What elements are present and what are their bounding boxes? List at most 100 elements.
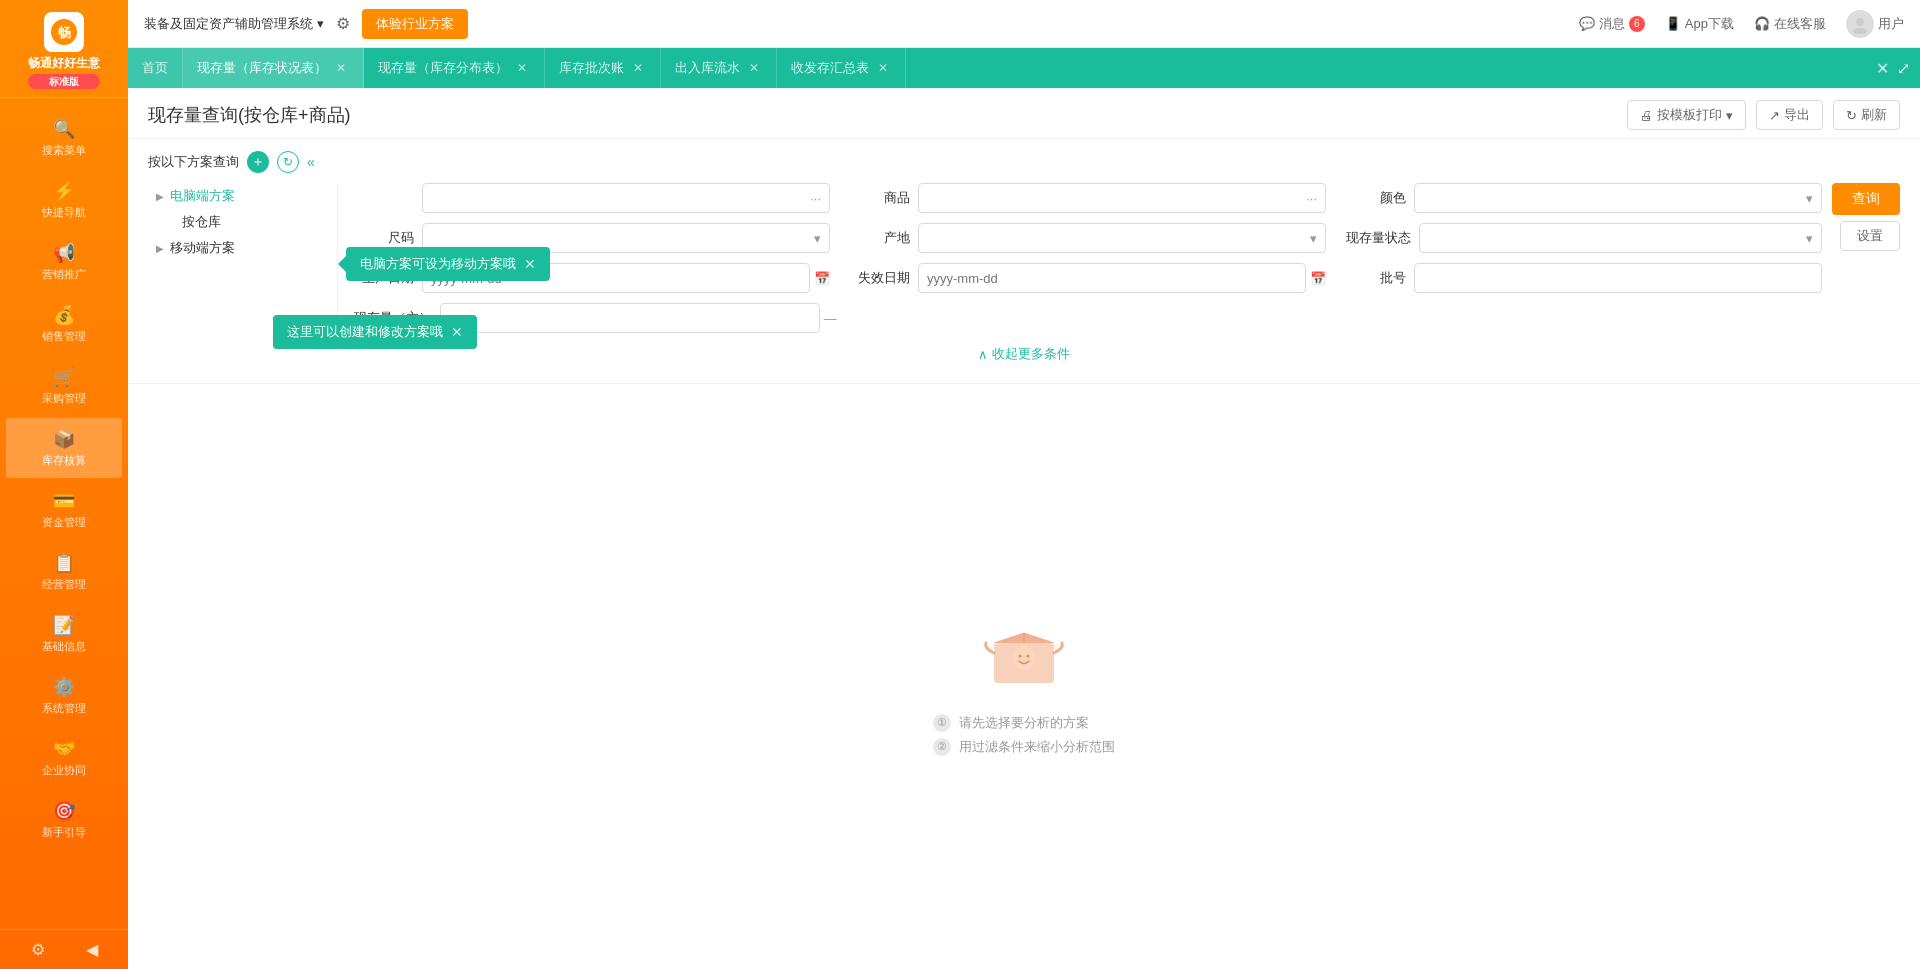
sidebar-item-finance[interactable]: 💳 资金管理 — [6, 480, 122, 540]
user-item[interactable]: 用户 — [1846, 10, 1904, 38]
tab-close-inventory-dist[interactable]: ✕ — [514, 60, 530, 76]
svg-point-3 — [1853, 28, 1867, 34]
empty-step-1: ① 请先选择要分析的方案 — [933, 714, 1115, 732]
phone-icon: 📱 — [1665, 16, 1681, 31]
tab-receive-send[interactable]: 收发存汇总表 ✕ — [777, 48, 906, 88]
plan-item-mobile[interactable]: ▶ 移动端方案 — [148, 235, 327, 261]
svg-text:畅: 畅 — [58, 25, 71, 40]
sidebar-item-quicknav[interactable]: ⚡ 快捷导航 — [6, 170, 122, 230]
svg-point-5 — [1012, 646, 1036, 670]
sidebar-nav: 🔍 搜索菜单 ⚡ 快捷导航 📢 营销推广 💰 销售管理 🛒 采购管理 📦 库存核… — [0, 98, 128, 929]
expiry-date-label: 失效日期 — [850, 269, 910, 287]
query-button[interactable]: 查询 — [1832, 183, 1900, 215]
page-title: 现存量查询(按仓库+商品) — [148, 103, 351, 127]
tab-close-all-icon[interactable]: ✕ — [1876, 59, 1889, 78]
online-service-item[interactable]: 🎧 在线客服 — [1754, 15, 1826, 33]
expand-mobile-icon: ▶ — [156, 243, 164, 254]
filter-back-button[interactable]: « — [307, 154, 315, 170]
refresh-button[interactable]: ↻ 刷新 — [1833, 100, 1900, 130]
cart-icon: 🛒 — [53, 366, 75, 388]
tab-close-inventory-status[interactable]: ✕ — [333, 60, 349, 76]
sidebar-item-newguide[interactable]: 🎯 新手引导 — [6, 790, 122, 850]
sales-icon: 💰 — [53, 304, 75, 326]
color-dropdown-icon: ▾ — [1806, 191, 1813, 206]
reset-button[interactable]: 设置 — [1840, 221, 1900, 251]
print-button[interactable]: 🖨 按模板打印 ▾ — [1627, 100, 1746, 130]
app-download-item[interactable]: 📱 App下载 — [1665, 15, 1734, 33]
expiry-date-input: 📅 — [918, 263, 1326, 293]
enterprise-icon: 🤝 — [53, 738, 75, 760]
tab-close-in-out-flow[interactable]: ✕ — [746, 60, 762, 76]
page-content: 现存量查询(按仓库+商品) 🖨 按模板打印 ▾ ↗ 导出 ↻ 刷新 — [128, 88, 1920, 969]
sidebar-item-inventory[interactable]: 📦 库存核算 — [6, 418, 122, 478]
color-select[interactable]: ▾ — [1414, 183, 1822, 213]
product-select[interactable]: ··· — [918, 183, 1326, 213]
tooltip-create-close[interactable]: ✕ — [451, 324, 463, 340]
origin-select[interactable]: ▾ — [918, 223, 1326, 253]
settings-bottom-icon[interactable]: ⚙ — [31, 940, 45, 959]
filter-actions: 查询 设置 — [1822, 183, 1900, 337]
filter-reset-button[interactable]: ↻ — [277, 151, 299, 173]
tabbar-actions: ✕ ⤢ — [1866, 48, 1920, 88]
plan-tree: ▶ 电脑端方案 按仓库 ▶ 移动端方案 — [148, 183, 338, 337]
sidebar-item-enterprise[interactable]: 🤝 企业协同 — [6, 728, 122, 788]
filter-row-warehouse: ··· — [354, 183, 830, 213]
tooltip-create-plan: 这里可以创建和修改方案哦 ✕ — [273, 315, 477, 349]
plan-item-warehouse[interactable]: 按仓库 — [168, 209, 327, 235]
batch-input[interactable] — [1414, 263, 1822, 293]
tab-inventory-dist[interactable]: 现存量（库存分布表） ✕ — [364, 48, 545, 88]
origin-label: 产地 — [850, 229, 910, 247]
filter-row-expiry-date: 失效日期 📅 — [850, 263, 1326, 293]
filter-area: 按以下方案查询 ＋ ↻ « ▶ 电脑端方案 按仓库 — [128, 139, 1920, 384]
sidebar-item-marketing[interactable]: 📢 营销推广 — [6, 232, 122, 292]
empty-steps: ① 请先选择要分析的方案 ② 用过滤条件来缩小分析范围 — [933, 714, 1115, 756]
stock-main-range: — — [440, 303, 837, 333]
logo-icon: 畅 — [44, 12, 84, 52]
finance-icon: 💳 — [53, 490, 75, 512]
sidebar-item-system[interactable]: ⚙️ 系统管理 — [6, 666, 122, 726]
dropdown-chevron-icon: ▾ — [317, 16, 324, 31]
filter-add-button[interactable]: ＋ — [247, 151, 269, 173]
sidebar-item-sales[interactable]: 💰 销售管理 — [6, 294, 122, 354]
stock-main-from[interactable] — [440, 303, 820, 333]
tooltip-pc-close[interactable]: ✕ — [524, 256, 536, 272]
tab-in-out-flow[interactable]: 出入库流水 ✕ — [661, 48, 777, 88]
prod-date-calendar-icon[interactable]: 📅 — [814, 271, 830, 286]
export-button[interactable]: ↗ 导出 — [1756, 100, 1823, 130]
filter-label: 按以下方案查询 — [148, 153, 239, 171]
origin-dropdown-icon: ▾ — [1310, 231, 1317, 246]
range-separator: — — [824, 311, 837, 326]
tab-close-batch-account[interactable]: ✕ — [630, 60, 646, 76]
topbar-gear-icon[interactable]: ⚙ — [336, 14, 350, 33]
filter-row-stock-status: 现存量状态 ▾ — [1346, 223, 1822, 253]
tab-inventory-status[interactable]: 现存量（库存状况表） ✕ — [183, 48, 364, 88]
tab-maximize-icon[interactable]: ⤢ — [1897, 59, 1910, 78]
operations-icon: 📋 — [53, 552, 75, 574]
sidebar-item-search[interactable]: 🔍 搜索菜单 — [6, 108, 122, 168]
sidebar-item-purchase[interactable]: 🛒 采购管理 — [6, 356, 122, 416]
svg-point-2 — [1856, 18, 1864, 26]
stock-status-select[interactable]: ▾ — [1419, 223, 1822, 253]
warehouse-select[interactable]: ··· — [422, 183, 830, 213]
expiry-date-field[interactable] — [918, 263, 1306, 293]
notification-item[interactable]: 💬 消息 6 — [1579, 15, 1645, 33]
collapse-up-icon: ∧ — [978, 347, 988, 362]
tab-home[interactable]: 首页 — [128, 48, 183, 88]
avatar — [1846, 10, 1874, 38]
expiry-date-calendar-icon[interactable]: 📅 — [1310, 271, 1326, 286]
empty-step-2: ② 用过滤条件来缩小分析范围 — [933, 738, 1115, 756]
tab-batch-account[interactable]: 库存批次账 ✕ — [545, 48, 661, 88]
trial-button[interactable]: 体验行业方案 — [362, 9, 468, 39]
filter-row-origin: 产地 ▾ — [850, 223, 1326, 253]
system-selector[interactable]: 装备及固定资产辅助管理系统 ▾ — [144, 15, 324, 33]
sidebar-logo: 畅 畅通好好生意 标准版 — [0, 0, 128, 98]
sidebar-bottom: ⚙ ◀ — [0, 929, 128, 969]
tab-close-receive-send[interactable]: ✕ — [875, 60, 891, 76]
svg-point-7 — [1027, 654, 1030, 657]
plan-item-desktop[interactable]: ▶ 电脑端方案 — [148, 183, 327, 209]
search-icon: 🔍 — [53, 118, 75, 140]
lightning-icon: ⚡ — [53, 180, 75, 202]
sidebar-item-operations[interactable]: 📋 经营管理 — [6, 542, 122, 602]
collapse-sidebar-icon[interactable]: ◀ — [86, 940, 98, 959]
sidebar-item-basicinfo[interactable]: 📝 基础信息 — [6, 604, 122, 664]
